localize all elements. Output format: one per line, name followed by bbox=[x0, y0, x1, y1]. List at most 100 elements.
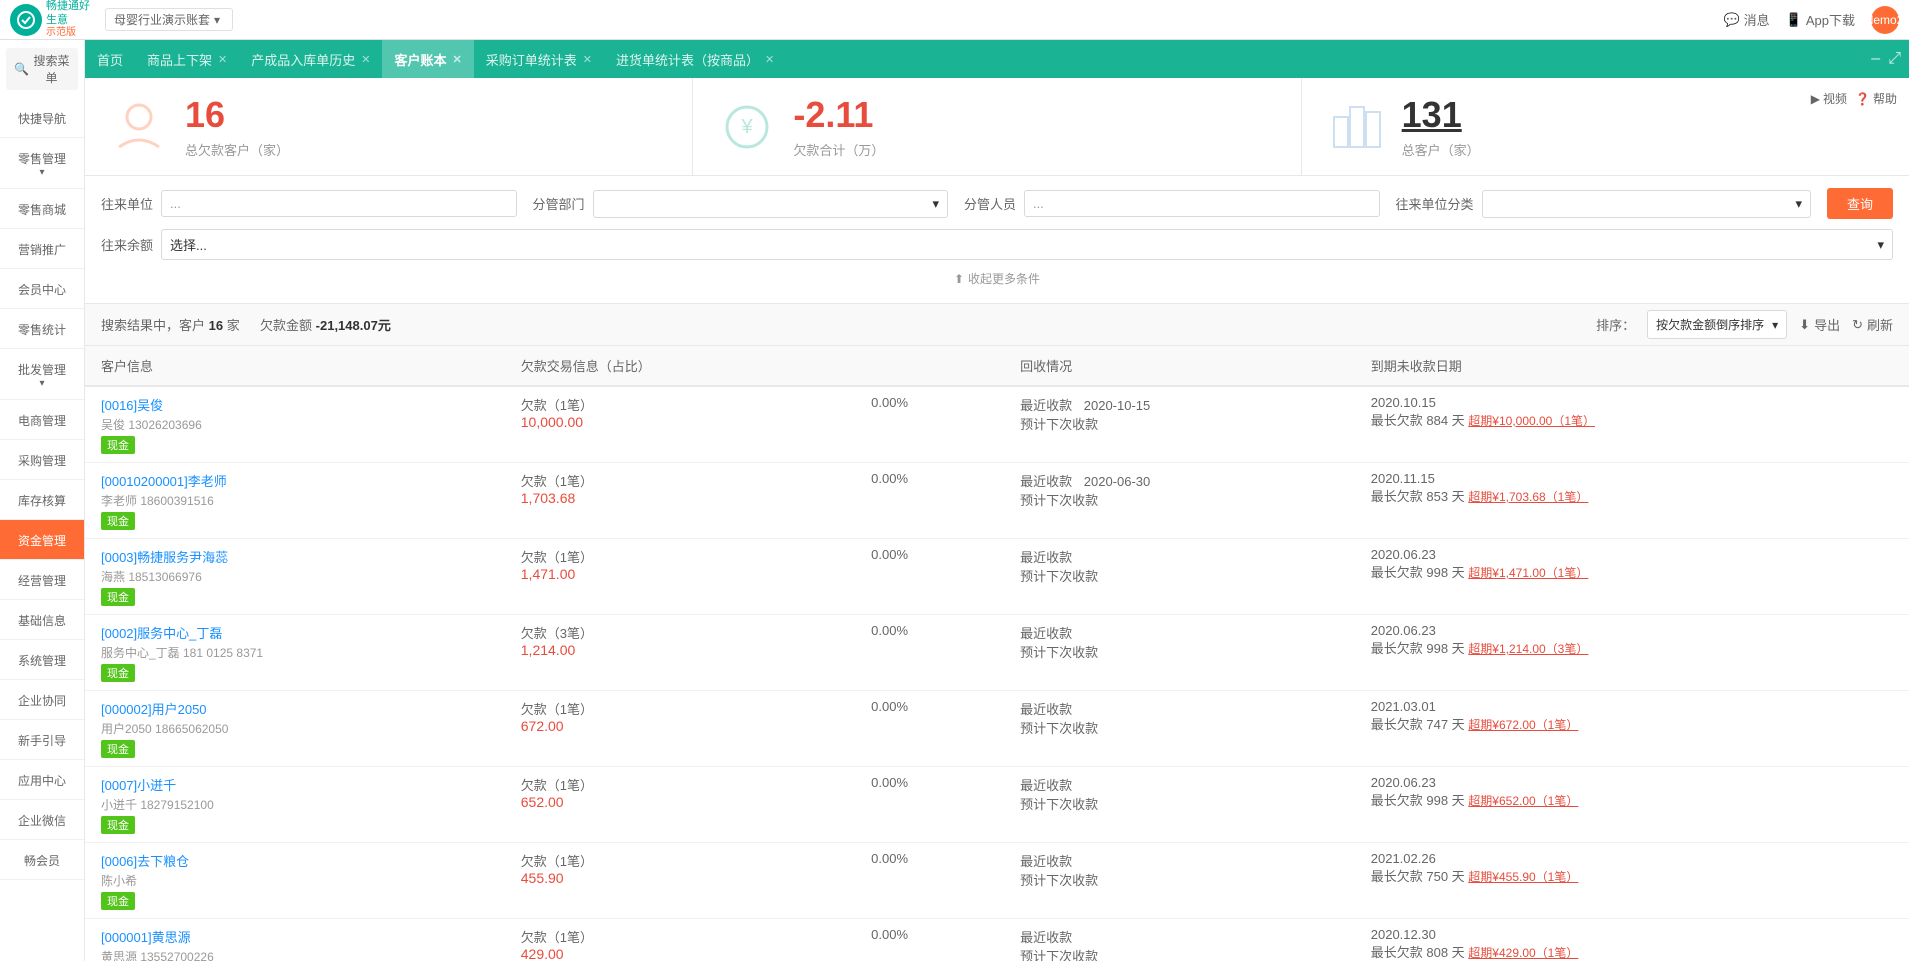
sidebar-item-purchase-mgmt[interactable]: 采购管理 bbox=[0, 440, 84, 480]
sidebar-item-ecommerce-mgmt[interactable]: 电商管理 bbox=[0, 400, 84, 440]
customer-tag-3: 现金 bbox=[101, 664, 135, 682]
refresh-button[interactable]: ↻ 刷新 bbox=[1852, 315, 1893, 334]
balance-select[interactable]: 选择... ▾ bbox=[161, 229, 1893, 260]
debt-amount-0[interactable]: 10,000.00 bbox=[521, 414, 839, 430]
customer-contact-5: 小迸千 18279152100 bbox=[101, 796, 489, 813]
table-row: [00010200001]李老师 李老师 18600391516 现金 欠款（1… bbox=[85, 463, 1909, 539]
help-action[interactable]: ❓ 帮助 bbox=[1855, 90, 1897, 107]
chevron-down-icon: ▾ bbox=[1877, 237, 1884, 253]
debt-amount-1[interactable]: 1,703.68 bbox=[521, 490, 839, 506]
message-action[interactable]: 💬 消息 bbox=[1723, 10, 1769, 29]
sidebar-item-newbie-guide[interactable]: 新手引导 bbox=[0, 720, 84, 760]
overdue-days-6: 最长欠款 750 天 bbox=[1371, 869, 1469, 884]
overdue-amount-link-2[interactable]: 超期¥1,471.00（1笔） bbox=[1468, 566, 1588, 580]
overdue-info-5: 最长欠款 998 天 超期¥652.00（1笔） bbox=[1371, 790, 1893, 809]
sidebar-item-sys-mgmt[interactable]: 系统管理 bbox=[0, 640, 84, 680]
customer-contact-3: 服务中心_丁磊 181 0125 8371 bbox=[101, 644, 489, 661]
customer-name-link-0[interactable]: [0016]吴俊 bbox=[101, 398, 163, 413]
dept-select[interactable]: ▾ bbox=[593, 190, 948, 218]
store-selector[interactable]: 母婴行业演示账套 ▾ bbox=[105, 8, 233, 31]
tab-close-icon[interactable]: ✕ bbox=[361, 53, 370, 66]
sidebar-item-enterprise-collab[interactable]: 企业协同 bbox=[0, 680, 84, 720]
from-unit-input[interactable]: ... bbox=[161, 190, 516, 217]
debt-amount-2[interactable]: 1,471.00 bbox=[521, 566, 839, 582]
collapse-button[interactable]: ⬆ 收起更多条件 bbox=[101, 270, 1893, 287]
tab-bar: 首页 商品上下架 ✕ 产成品入库单历史 ✕ 客户账本 ✕ 采购订单统计表 ✕ bbox=[85, 40, 1909, 78]
tab-bar-collapse-icon[interactable]: – bbox=[1871, 50, 1880, 68]
customer-name-link-3[interactable]: [0002]服务中心_丁磊 bbox=[101, 626, 222, 641]
cell-due-date-3: 2020.06.23 最长欠款 998 天 超期¥1,214.00（3笔） bbox=[1355, 615, 1909, 691]
tab-instock-stats-by-product[interactable]: 进货单统计表（按商品） ✕ bbox=[604, 40, 786, 78]
search-menu-button[interactable]: 🔍 搜索菜单 bbox=[6, 48, 78, 90]
overdue-amount-link-1[interactable]: 超期¥1,703.68（1笔） bbox=[1468, 490, 1588, 504]
overdue-amount-link-4[interactable]: 超期¥672.00（1笔） bbox=[1468, 718, 1578, 732]
overdue-amount-link-5[interactable]: 超期¥652.00（1笔） bbox=[1468, 794, 1578, 808]
overdue-days-1: 最长欠款 853 天 bbox=[1371, 489, 1469, 504]
sidebar-item-enterprise-wechat[interactable]: 企业微信 bbox=[0, 800, 84, 840]
debt-amount-6[interactable]: 455.90 bbox=[521, 870, 839, 886]
view-video-action[interactable]: ▶ 视频 bbox=[1811, 90, 1847, 107]
overdue-days-7: 最长欠款 808 天 bbox=[1371, 945, 1469, 960]
next-payment-3: 预计下次收款 bbox=[1020, 642, 1339, 661]
customer-name-link-2[interactable]: [0003]畅捷服务尹海蕊 bbox=[101, 550, 228, 565]
sidebar-item-ops-mgmt[interactable]: 经营管理 bbox=[0, 560, 84, 600]
tab-purchase-order-stats[interactable]: 采购订单统计表 ✕ bbox=[474, 40, 604, 78]
table-row: [0007]小迸千 小迸千 18279152100 现金 欠款（1笔） 652.… bbox=[85, 767, 1909, 843]
sidebar-item-quick-nav[interactable]: 快捷导航 bbox=[0, 98, 84, 138]
col-header-debt-ratio bbox=[855, 346, 1004, 386]
sidebar-search[interactable]: 🔍 搜索菜单 bbox=[0, 40, 84, 98]
tab-goods-online-offline[interactable]: 商品上下架 ✕ bbox=[135, 40, 239, 78]
customer-name-link-5[interactable]: [0007]小迸千 bbox=[101, 778, 176, 793]
cell-recovery-5: 最近收款 预计下次收款 bbox=[1004, 767, 1355, 843]
app-download-action[interactable]: 📱 App下载 bbox=[1786, 10, 1855, 29]
overdue-amount-link-3[interactable]: 超期¥1,214.00（3笔） bbox=[1468, 642, 1588, 656]
cell-customer-info-6: [0006]去下粮仓 陈小希 现金 bbox=[85, 843, 505, 919]
unit-category-select[interactable]: ▾ bbox=[1482, 190, 1811, 218]
sidebar-item-finance-mgmt[interactable]: 资金管理 bbox=[0, 520, 84, 560]
sidebar-item-member-center[interactable]: 会员中心 bbox=[0, 269, 84, 309]
sidebar-item-retail-mgmt[interactable]: 零售管理 ▾ bbox=[0, 138, 84, 189]
debt-amount-7[interactable]: 429.00 bbox=[521, 946, 839, 961]
tab-close-icon[interactable]: ✕ bbox=[765, 53, 774, 66]
tab-customer-account[interactable]: 客户账本 ✕ bbox=[382, 40, 473, 78]
sidebar-item-inventory-check[interactable]: 库存核算 bbox=[0, 480, 84, 520]
overdue-amount-link-6[interactable]: 超期¥455.90（1笔） bbox=[1468, 870, 1578, 884]
due-date-2: 2020.06.23 bbox=[1371, 547, 1893, 562]
sidebar-item-retail-mall[interactable]: 零售商城 bbox=[0, 189, 84, 229]
customer-contact-4: 用户2050 18665062050 bbox=[101, 720, 489, 737]
tab-home[interactable]: 首页 bbox=[85, 40, 135, 78]
customer-name-link-6[interactable]: [0006]去下粮仓 bbox=[101, 854, 189, 869]
sidebar-item-batch-mgmt[interactable]: 批发管理 ▾ bbox=[0, 349, 84, 400]
sort-select[interactable]: 按欠款金额倒序排序 ▾ bbox=[1647, 310, 1787, 339]
due-date-6: 2021.02.26 bbox=[1371, 851, 1893, 866]
tab-close-icon[interactable]: ✕ bbox=[218, 53, 227, 66]
sidebar-item-marketing[interactable]: 营销推广 bbox=[0, 229, 84, 269]
tab-close-icon[interactable]: ✕ bbox=[453, 53, 462, 66]
overdue-amount-link-0[interactable]: 超期¥10,000.00（1笔） bbox=[1468, 414, 1595, 428]
customer-name-link-4[interactable]: [000002]用户2050 bbox=[101, 702, 207, 717]
sidebar-item-retail-stats[interactable]: 零售统计 bbox=[0, 309, 84, 349]
debt-amount-5[interactable]: 652.00 bbox=[521, 794, 839, 810]
person-input[interactable]: ... bbox=[1024, 190, 1379, 217]
customer-name-link-7[interactable]: [000001]黄思源 bbox=[101, 930, 191, 945]
sidebar-item-vip-member[interactable]: 畅会员 bbox=[0, 840, 84, 880]
overdue-days-0: 最长欠款 884 天 bbox=[1371, 413, 1469, 428]
user-profile[interactable]: demo2 bbox=[1871, 6, 1899, 34]
customer-name-link-1[interactable]: [00010200001]李老师 bbox=[101, 474, 227, 489]
tab-close-icon[interactable]: ✕ bbox=[583, 53, 592, 66]
query-button[interactable]: 查询 bbox=[1827, 188, 1893, 219]
debt-amount-3[interactable]: 1,214.00 bbox=[521, 642, 839, 658]
sidebar-item-basic-info[interactable]: 基础信息 bbox=[0, 600, 84, 640]
overdue-info-3: 最长欠款 998 天 超期¥1,214.00（3笔） bbox=[1371, 638, 1893, 657]
tab-bar-expand-icon[interactable]: ⤢ bbox=[1888, 50, 1901, 68]
cell-debt-ratio-6: 0.00% bbox=[855, 843, 1004, 919]
cell-customer-info-5: [0007]小迸千 小迸千 18279152100 现金 bbox=[85, 767, 505, 843]
tab-product-instock-history[interactable]: 产成品入库单历史 ✕ bbox=[239, 40, 382, 78]
export-button[interactable]: ⬇ 导出 bbox=[1799, 315, 1840, 334]
customer-contact-2: 海燕 18513066976 bbox=[101, 568, 489, 585]
debt-amount-4[interactable]: 672.00 bbox=[521, 718, 839, 734]
dept-label: 分管部门 bbox=[533, 194, 585, 213]
sidebar-item-app-center[interactable]: 应用中心 bbox=[0, 760, 84, 800]
overdue-amount-link-7[interactable]: 超期¥429.00（1笔） bbox=[1468, 946, 1578, 960]
result-info: 搜索结果中，客户 16 家 欠款金额 -21,148.07元 bbox=[101, 315, 391, 334]
